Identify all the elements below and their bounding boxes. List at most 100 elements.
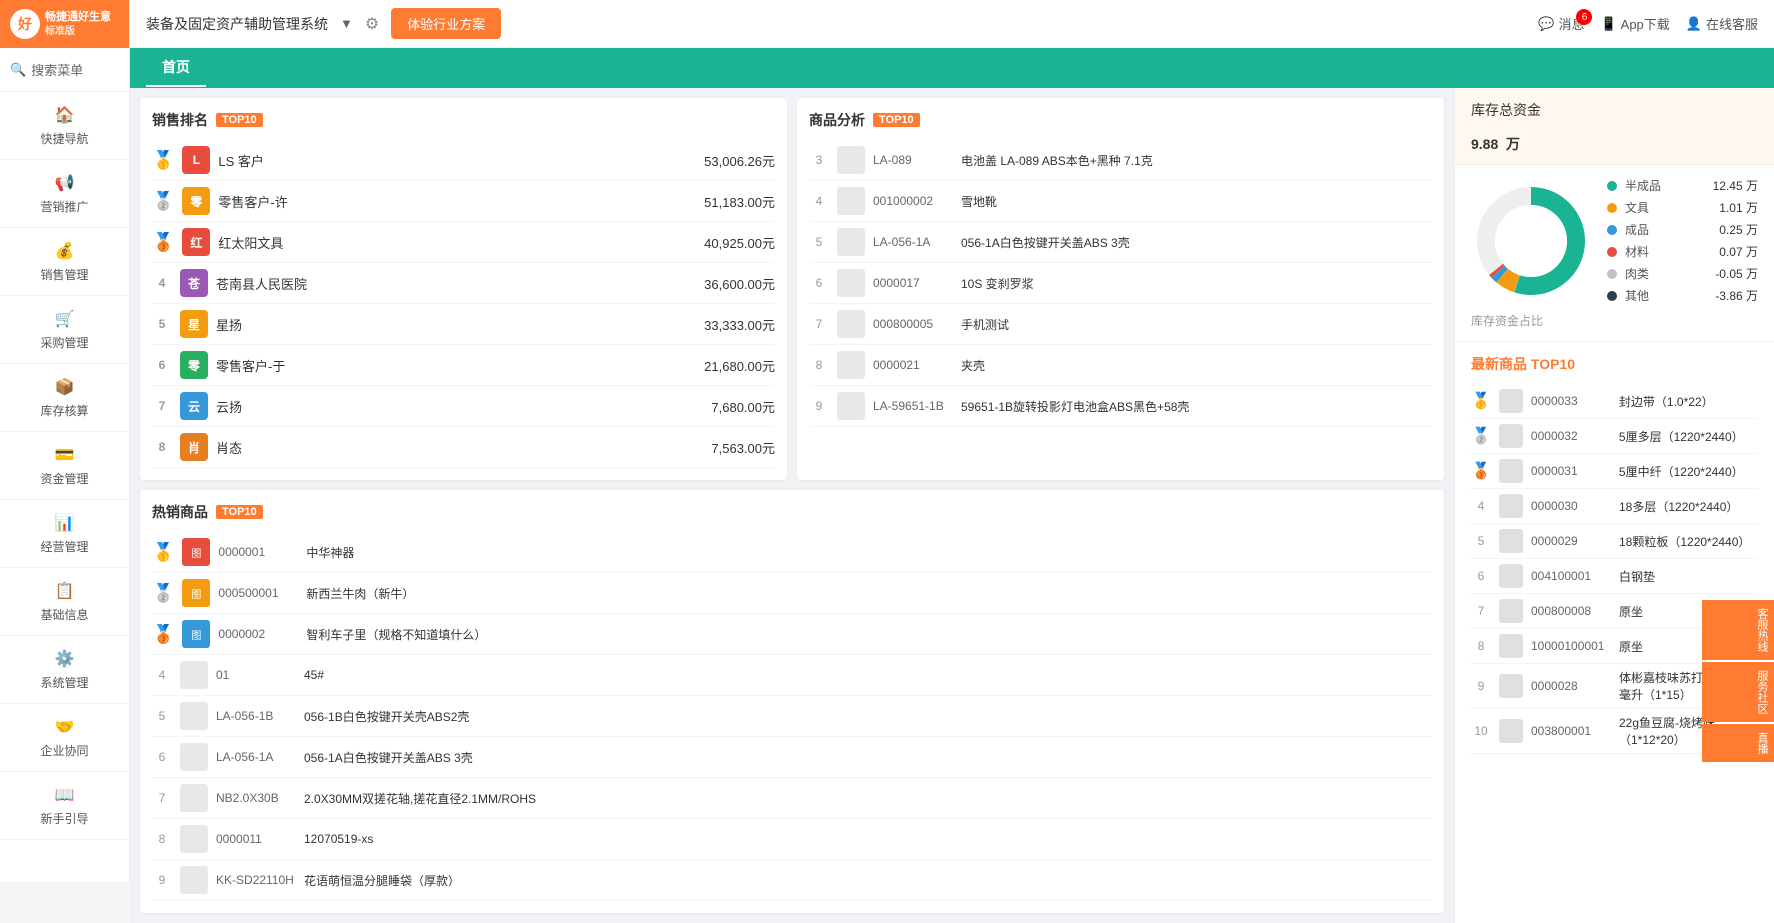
hot-products-card: 热销商品 TOP10 🥇 图 0000001 中华神器 🥈 图 00050000… xyxy=(140,490,1444,913)
rank-number: 6 xyxy=(152,750,172,764)
newest-title: 最新商品 TOP10 xyxy=(1471,354,1758,374)
sidebar-item-新手引导[interactable]: 📖新手引导 xyxy=(0,772,129,840)
messages-button[interactable]: 💬 消息 6 xyxy=(1538,14,1584,33)
tab-home[interactable]: 首页 xyxy=(146,49,206,87)
rank-avatar: 星 xyxy=(180,310,208,338)
product-placeholder-icon xyxy=(837,392,865,420)
medal-bronze-icon: 🥉 xyxy=(152,232,174,253)
trial-plan-button[interactable]: 体验行业方案 xyxy=(391,8,501,39)
newest-product-row: 5 0000029 18颗粒板（1220*2440） xyxy=(1471,524,1758,559)
sidebar-item-企业协同[interactable]: 🤝企业协同 xyxy=(0,704,129,772)
system-dropdown-button[interactable]: ▼ xyxy=(340,16,353,31)
rank-number: 7 xyxy=(809,317,829,331)
legend-color-dot xyxy=(1607,203,1617,213)
product-code: NB2.0X30B xyxy=(216,791,296,805)
rank-number: 5 xyxy=(152,709,172,723)
float-service-button[interactable]: 直播 xyxy=(1702,724,1774,762)
sidebar-item-基础信息[interactable]: 📋基础信息 xyxy=(0,568,129,636)
product-placeholder-icon xyxy=(180,825,208,853)
product-code: 003800001 xyxy=(1531,724,1611,738)
sidebar-item-快捷导航[interactable]: 🏠快捷导航 xyxy=(0,92,129,160)
rank-avatar: L xyxy=(182,146,210,174)
product-mid-row: 3 LA-089 电池盖 LA-089 ABS本色+黑种 7.1克 xyxy=(809,140,1432,181)
product-name: 封边带（1.0*22） xyxy=(1619,393,1758,410)
product-name: 18颗粒板（1220*2440） xyxy=(1619,533,1758,550)
product-mid-row: 4 001000002 雪地靴 xyxy=(809,181,1432,222)
rank-customer-name: 红太阳文具 xyxy=(218,233,696,252)
rank-amount: 33,333.00元 xyxy=(704,315,775,334)
sidebar-nav: 🏠快捷导航📢营销推广💰销售管理🛒采购管理📦库存核算💳资金管理📊经营管理📋基础信息… xyxy=(0,92,129,840)
inventory-chart-section: 半成品 12.45 万 文具 1.01 万 成品 0.25 万 材料 0.07 … xyxy=(1455,165,1774,342)
product-icon xyxy=(1499,494,1523,518)
sidebar-item-销售管理[interactable]: 💰销售管理 xyxy=(0,228,129,296)
sidebar-item-资金管理[interactable]: 💳资金管理 xyxy=(0,432,129,500)
product-icon xyxy=(1499,564,1523,588)
product-placeholder-icon xyxy=(180,702,208,730)
product-code: 0000017 xyxy=(873,276,953,290)
product-placeholder-icon xyxy=(837,310,865,338)
product-code: 0000031 xyxy=(1531,464,1611,478)
product-code: LA-089 xyxy=(873,153,953,167)
rank-amount: 40,925.00元 xyxy=(704,233,775,252)
legend-color-dot xyxy=(1607,225,1617,235)
service-icon: 👤 xyxy=(1686,16,1702,32)
legend-color-dot xyxy=(1607,247,1617,257)
sales-ranking-card: 销售排名 TOP10 🥇 L LS 客户 53,006.26元 🥈 零 零售客户… xyxy=(140,98,787,480)
legend-label: 文具 xyxy=(1625,199,1711,216)
product-mid-row: 6 0000017 10S 变刹罗浆 xyxy=(809,263,1432,304)
medal-bronze-icon: 🥉 xyxy=(1471,461,1491,481)
legend-label: 肉类 xyxy=(1625,265,1707,282)
product-name: 白钢垫 xyxy=(1619,568,1758,585)
right-panel: 库存总资金 9.88 万 xyxy=(1454,88,1774,923)
medal-gold-icon: 🥇 xyxy=(152,150,174,171)
legend-value: 12.45 万 xyxy=(1713,177,1758,194)
product-icon xyxy=(1499,529,1523,553)
sidebar-item-采购管理[interactable]: 🛒采购管理 xyxy=(0,296,129,364)
online-service-button[interactable]: 👤 在线客服 xyxy=(1686,14,1758,33)
sidebar-item-经营管理[interactable]: 📊经营管理 xyxy=(0,500,129,568)
product-name: 5厘多层（1220*2440） xyxy=(1619,428,1758,445)
app-download-button[interactable]: 📱 App下载 xyxy=(1600,14,1669,33)
product-mid-list: 3 LA-089 电池盖 LA-089 ABS本色+黑种 7.1克 4 0010… xyxy=(809,140,1432,427)
product-code: 000800005 xyxy=(873,317,953,331)
sidebar-item-系统管理[interactable]: ⚙️系统管理 xyxy=(0,636,129,704)
product-icon xyxy=(1499,424,1523,448)
search-icon: 🔍 xyxy=(10,62,26,78)
rank-number: 4 xyxy=(1471,499,1491,513)
rank-avatar: 苍 xyxy=(180,269,208,297)
sidebar-item-营销推广[interactable]: 📢营销推广 xyxy=(0,160,129,228)
product-code: 01 xyxy=(216,668,296,682)
product-mid-row: 9 LA-59651-1B 59651-1B旋转投影灯电池盒ABS黑色+58壳 xyxy=(809,386,1432,427)
legend-color-dot xyxy=(1607,181,1617,191)
product-name: 手机测试 xyxy=(961,316,1432,333)
legend-item: 半成品 12.45 万 xyxy=(1607,177,1758,194)
newest-product-row: 🥇 0000033 封边带（1.0*22） xyxy=(1471,384,1758,419)
float-service-button[interactable]: 服务社区 xyxy=(1702,662,1774,722)
medal-gold-icon: 🥇 xyxy=(1471,391,1491,411)
rank-avatar: 零 xyxy=(180,351,208,379)
float-service-button[interactable]: 客服热线 xyxy=(1702,600,1774,660)
rank-number: 4 xyxy=(152,668,172,682)
rank-number: 8 xyxy=(1471,639,1491,653)
sidebar-item-库存核算[interactable]: 📦库存核算 xyxy=(0,364,129,432)
product-code: LA-056-1A xyxy=(873,235,953,249)
rank-avatar: 肖 xyxy=(180,433,208,461)
product-name: 新西兰牛肉（新牛） xyxy=(306,585,1432,602)
settings-gear-button[interactable]: ⚙ xyxy=(365,14,379,34)
newest-product-row: 🥉 0000031 5厘中纤（1220*2440） xyxy=(1471,454,1758,489)
hot-top10-badge: TOP10 xyxy=(216,505,263,519)
hot-products-title: 热销商品 TOP10 xyxy=(152,502,1432,522)
product-thumbnail: 图 xyxy=(182,579,210,607)
topbar: 装备及固定资产辅助管理系统 ▼ ⚙ 体验行业方案 💬 消息 6 📱 App下载 … xyxy=(130,0,1774,48)
content-area: 销售排名 TOP10 🥇 L LS 客户 53,006.26元 🥈 零 零售客户… xyxy=(130,88,1774,923)
rank-avatar: 红 xyxy=(182,228,210,256)
legend-label: 材料 xyxy=(1625,243,1711,260)
legend-color-dot xyxy=(1607,291,1617,301)
product-code: 0000001 xyxy=(218,545,298,559)
product-code: 000500001 xyxy=(218,586,298,600)
search-menu-button[interactable]: 🔍 搜索菜单 xyxy=(8,56,121,83)
rank-customer-name: 肖态 xyxy=(216,438,703,457)
product-placeholder-icon xyxy=(837,269,865,297)
product-name: 电池盖 LA-089 ABS本色+黑种 7.1克 xyxy=(961,152,1432,169)
inventory-subtitle: 库存资金占比 xyxy=(1471,312,1758,329)
